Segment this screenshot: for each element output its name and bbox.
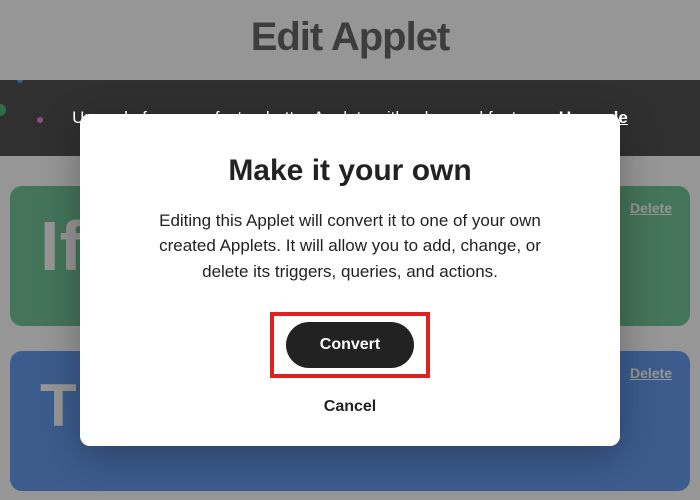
modal-title: Make it your own bbox=[130, 154, 570, 188]
modal-description: Editing this Applet will convert it to o… bbox=[130, 208, 570, 285]
cancel-button[interactable]: Cancel bbox=[324, 398, 376, 416]
convert-modal: Make it your own Editing this Applet wil… bbox=[80, 114, 620, 447]
upgrade-banner-text: Upgrade for more, faster, better Applets… bbox=[72, 108, 559, 127]
convert-highlight: Convert bbox=[270, 312, 430, 378]
convert-button[interactable]: Convert bbox=[286, 322, 414, 368]
upgrade-link[interactable]: Upgrade bbox=[559, 108, 628, 127]
modal-overlay: Make it your own Editing this Applet wil… bbox=[0, 0, 700, 500]
